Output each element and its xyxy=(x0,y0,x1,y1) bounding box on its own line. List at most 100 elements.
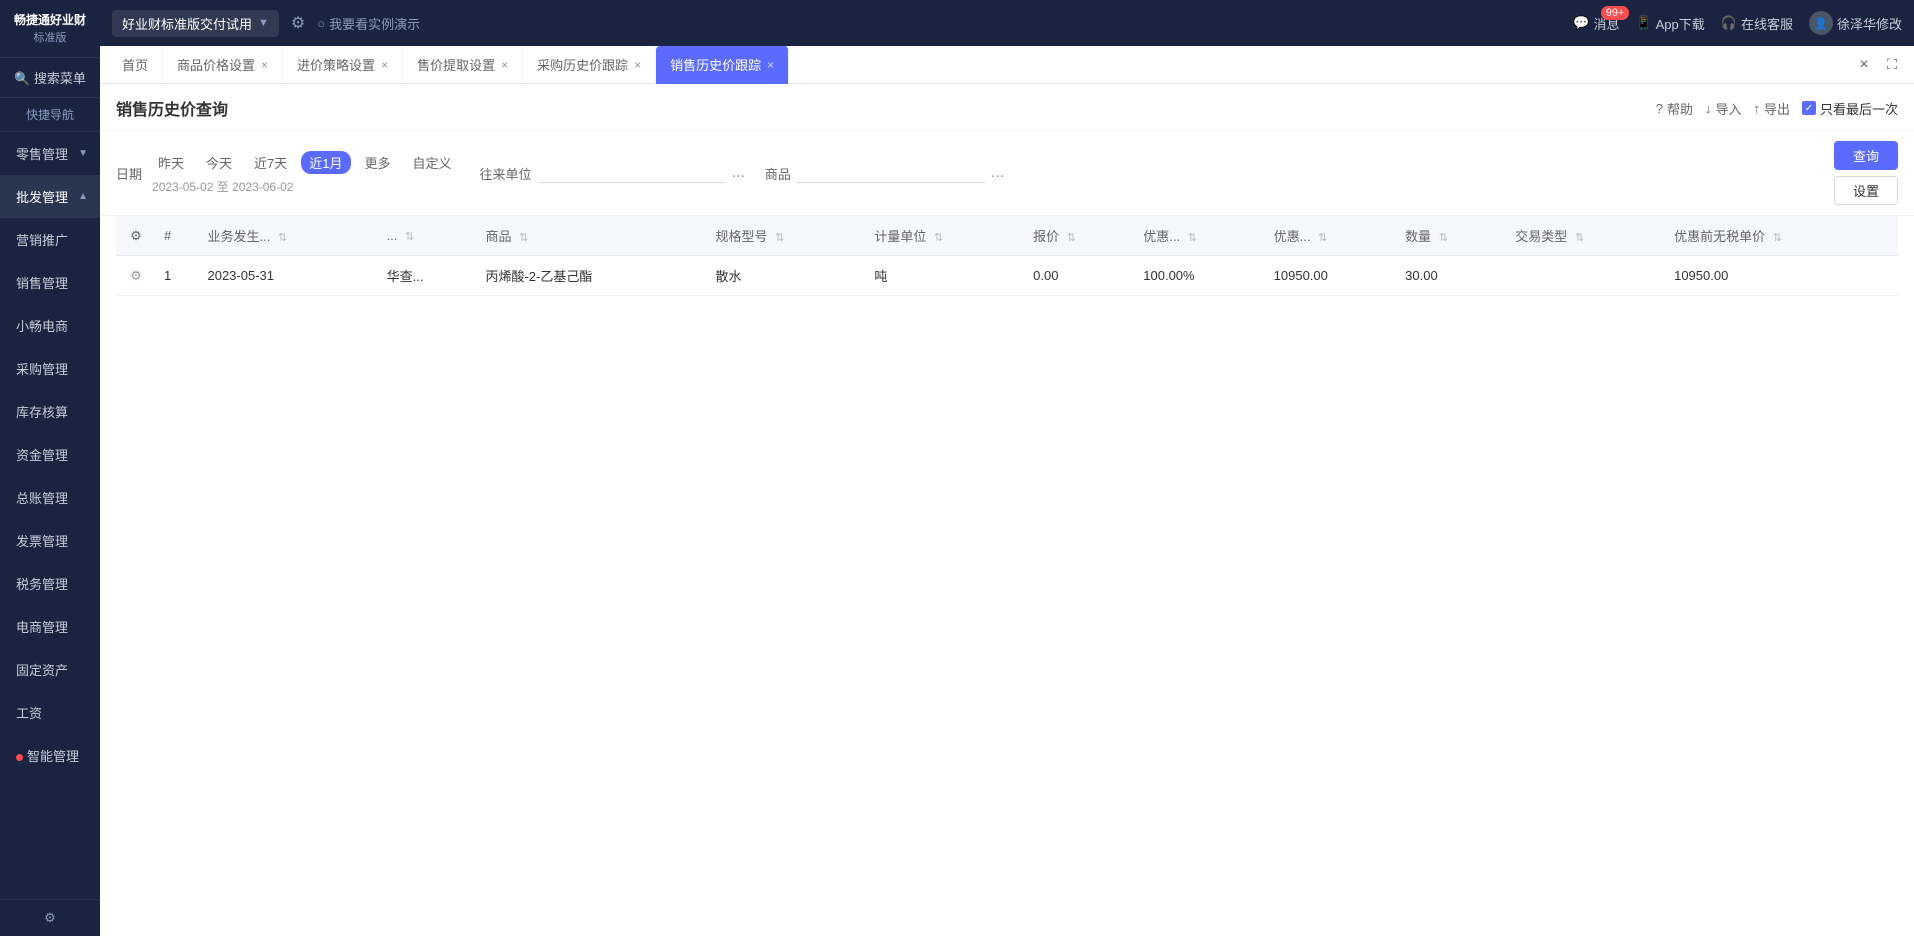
col-header-pretax-price[interactable]: 优惠前无税单价 ⇅ xyxy=(1666,216,1898,256)
sidebar-item-assets[interactable]: 固定资产 xyxy=(0,648,100,691)
col-header-price[interactable]: 报价 ⇅ xyxy=(1025,216,1135,256)
cell-business-date: 2023-05-31 xyxy=(199,256,378,296)
export-button[interactable]: ↑ 导出 xyxy=(1753,99,1790,118)
settings-button[interactable]: 设置 xyxy=(1834,176,1898,205)
tab-product-price-label: 商品价格设置 xyxy=(177,55,255,74)
date-btn-more[interactable]: 更多 xyxy=(357,151,399,174)
close-icon[interactable]: × xyxy=(634,58,641,72)
close-icon[interactable]: × xyxy=(261,58,268,72)
col-header-spec[interactable]: 规格型号 ⇅ xyxy=(708,216,867,256)
tabbar-close-button[interactable]: × xyxy=(1850,51,1878,79)
close-icon[interactable]: × xyxy=(501,58,508,72)
tab-price-extract[interactable]: 售价提取设置 × xyxy=(403,46,523,84)
table-settings-icon[interactable]: ⚙ xyxy=(130,228,142,243)
sidebar-item-tax[interactable]: 税务管理 xyxy=(0,562,100,605)
row-settings-icon[interactable]: ⚙ xyxy=(116,256,156,296)
table-container: ⚙ # 业务发生... ⇅ ... ⇅ 商品 ⇅ 规格型 xyxy=(100,216,1914,936)
chevron-up-icon: ▲ xyxy=(78,191,88,202)
sidebar-item-label: 资金管理 xyxy=(16,445,68,464)
sidebar-item-ecommerce-small[interactable]: 小畅电商 xyxy=(0,304,100,347)
cell-price: 0.00 xyxy=(1025,256,1135,296)
sidebar-item-ledger[interactable]: 总账管理 xyxy=(0,476,100,519)
col-header-extra[interactable]: ... ⇅ xyxy=(379,216,478,256)
sort-icon: ⇅ xyxy=(934,232,943,244)
sidebar-item-ecommerce[interactable]: 电商管理 xyxy=(0,605,100,648)
sidebar-logo: 畅捷通好业财 标准版 xyxy=(0,0,100,58)
tab-home[interactable]: 首页 xyxy=(108,46,163,84)
product-filter-more-button[interactable]: ... xyxy=(991,164,1004,182)
sidebar-item-retail[interactable]: 零售管理 ▼ xyxy=(0,132,100,175)
col-header-quantity[interactable]: 数量 ⇅ xyxy=(1397,216,1507,256)
tab-product-price[interactable]: 商品价格设置 × xyxy=(163,46,283,84)
col-header-business-date[interactable]: 业务发生... ⇅ xyxy=(199,216,378,256)
online-service-button[interactable]: 🎧 在线客服 xyxy=(1721,14,1793,33)
col-header-product[interactable]: 商品 ⇅ xyxy=(477,216,707,256)
cell-unit: 吨 xyxy=(866,256,1025,296)
demo-icon: ○ xyxy=(317,16,325,31)
cell-pretax-price: 10950.00 xyxy=(1666,256,1898,296)
version-selector[interactable]: 好业财标准版交付试用 ▼ xyxy=(112,10,279,37)
sort-icon: ⇅ xyxy=(1773,232,1782,244)
date-btn-custom[interactable]: 自定义 xyxy=(405,151,460,174)
only-last-label: 只看最后一次 xyxy=(1820,99,1898,118)
tab-purchase-strategy[interactable]: 进价策略设置 × xyxy=(283,46,403,84)
sidebar-item-wholesale[interactable]: 批发管理 ▲ xyxy=(0,175,100,218)
tab-sales-history[interactable]: 销售历史价跟踪 × xyxy=(656,46,789,84)
sidebar-search[interactable]: 🔍 搜索菜单 xyxy=(0,58,100,98)
col-header-trans-type[interactable]: 交易类型 ⇅ xyxy=(1507,216,1666,256)
tab-purchase-history[interactable]: 采购历史价跟踪 × xyxy=(523,46,656,84)
sidebar-item-sales[interactable]: 销售管理 xyxy=(0,261,100,304)
tabbar-expand-button[interactable]: ⛶ xyxy=(1878,51,1906,79)
message-button[interactable]: 💬 消息 99+ xyxy=(1573,14,1619,33)
sidebar-item-marketing[interactable]: 营销推广 xyxy=(0,218,100,261)
import-label: 导入 xyxy=(1715,99,1741,118)
import-button[interactable]: ↓ 导入 xyxy=(1705,99,1742,118)
check-icon: ✓ xyxy=(1805,103,1813,114)
online-service-label: 在线客服 xyxy=(1741,14,1793,33)
sidebar-quick-nav[interactable]: 快捷导航 xyxy=(0,98,100,132)
sidebar-item-finance[interactable]: 资金管理 xyxy=(0,433,100,476)
topbar-settings-icon[interactable]: ⚙ xyxy=(291,13,305,33)
sidebar-item-salary[interactable]: 工资 xyxy=(0,691,100,734)
topbar-demo-button[interactable]: ○ 我要看实例演示 xyxy=(317,14,420,33)
date-btn-last7days[interactable]: 近7天 xyxy=(246,151,295,174)
sidebar-item-inventory[interactable]: 库存核算 xyxy=(0,390,100,433)
date-btn-yesterday[interactable]: 昨天 xyxy=(150,151,192,174)
col-header-discount-amt[interactable]: 优惠... ⇅ xyxy=(1266,216,1397,256)
phone-icon: 📱 xyxy=(1635,15,1651,31)
product-filter-group: 商品 ... xyxy=(765,163,1004,183)
only-last-checkbox-label[interactable]: ✓ 只看最后一次 xyxy=(1802,99,1898,118)
cell-extra: 华查... xyxy=(379,256,478,296)
cell-discount-pct: 100.00% xyxy=(1135,256,1265,296)
help-button[interactable]: ? 帮助 xyxy=(1656,99,1693,118)
query-button[interactable]: 查询 xyxy=(1834,141,1898,170)
sidebar: 畅捷通好业财 标准版 🔍 搜索菜单 快捷导航 零售管理 ▼ 批发管理 ▲ 营销推… xyxy=(0,0,100,936)
product-filter-input[interactable] xyxy=(797,163,985,183)
sidebar-settings-button[interactable]: ⚙ xyxy=(0,899,100,936)
partner-filter-more-button[interactable]: ... xyxy=(732,164,745,182)
only-last-checkbox[interactable]: ✓ xyxy=(1802,101,1816,115)
sidebar-item-smart[interactable]: 智能管理 xyxy=(0,734,100,777)
sidebar-item-label: 批发管理 xyxy=(16,187,68,206)
sort-icon: ⇅ xyxy=(278,232,287,244)
chevron-down-icon: ▼ xyxy=(258,17,269,29)
red-dot-icon xyxy=(16,754,23,761)
col-header-unit[interactable]: 计量单位 ⇅ xyxy=(866,216,1025,256)
partner-filter-input[interactable] xyxy=(538,163,726,183)
main-area: 好业财标准版交付试用 ▼ ⚙ ○ 我要看实例演示 💬 消息 99+ 📱 App下… xyxy=(100,0,1914,936)
sidebar-item-invoice[interactable]: 发票管理 xyxy=(0,519,100,562)
table-header: ⚙ # 业务发生... ⇅ ... ⇅ 商品 ⇅ 规格型 xyxy=(116,216,1898,256)
tab-purchase-history-label: 采购历史价跟踪 xyxy=(537,55,628,74)
message-badge: 99+ xyxy=(1601,6,1630,20)
cell-product: 丙烯酸-2-乙基己酯 xyxy=(477,256,707,296)
close-icon[interactable]: × xyxy=(767,58,774,72)
app-download-button[interactable]: 📱 App下载 xyxy=(1635,14,1704,33)
avatar: 👤 xyxy=(1809,11,1833,35)
close-icon[interactable]: × xyxy=(381,58,388,72)
date-btn-last1month[interactable]: 近1月 xyxy=(301,151,350,174)
col-header-discount-pct[interactable]: 优惠... ⇅ xyxy=(1135,216,1265,256)
sidebar-item-purchase[interactable]: 采购管理 xyxy=(0,347,100,390)
sort-icon: ⇅ xyxy=(1318,232,1327,244)
date-btn-today[interactable]: 今天 xyxy=(198,151,240,174)
user-menu[interactable]: 👤 徐泽华修改 xyxy=(1809,11,1902,35)
